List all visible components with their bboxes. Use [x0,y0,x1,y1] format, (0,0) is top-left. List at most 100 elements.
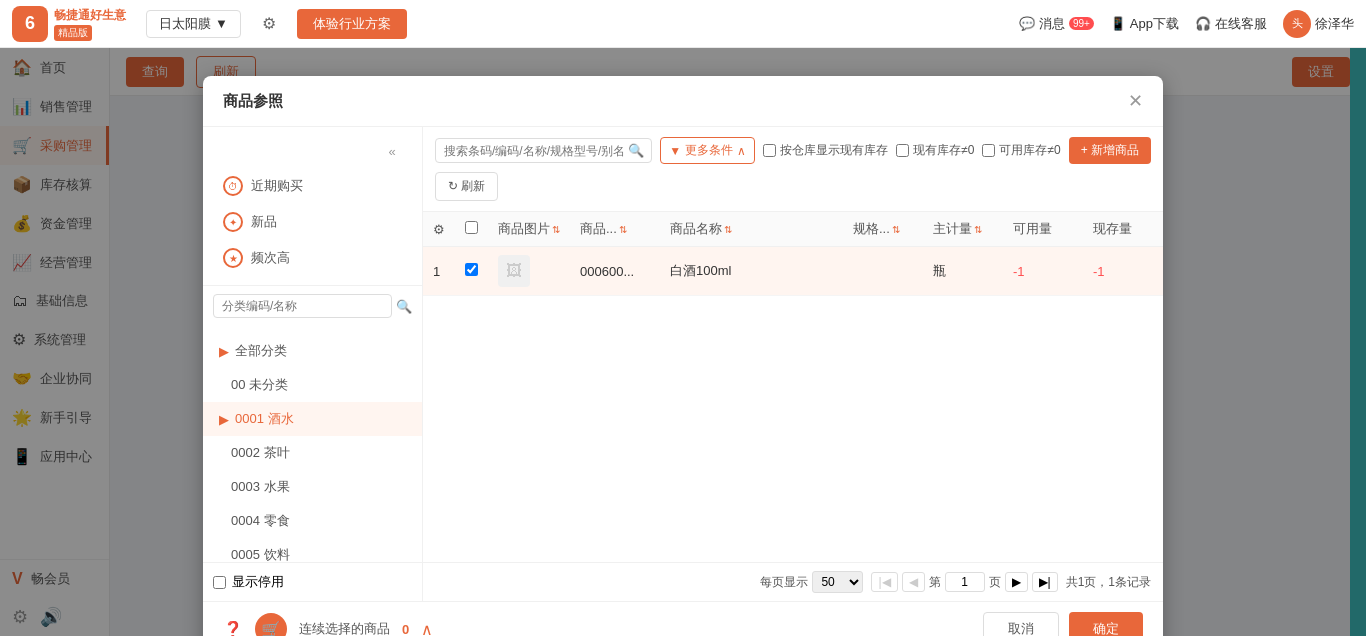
page-size-label: 每页显示 [760,574,808,591]
filter-label: 更多条件 [685,142,733,159]
cat-0001-arrow: ▶ [219,412,229,427]
cart-count: 0 [402,622,409,637]
th-stock: 现存量 [1083,212,1163,247]
headset-icon: 🎧 [1195,16,1211,31]
chevron-down-icon: ▼ [215,16,228,31]
cat-item-0003[interactable]: 0003 水果 [203,470,422,504]
footer-actions: 取消 确定 [983,612,1143,636]
experience-btn[interactable]: 体验行业方案 [297,9,407,39]
category-search-input[interactable] [213,294,392,318]
warehouse-label: 按仓库显示现有库存 [780,142,888,159]
username-label: 徐泽华 [1315,15,1354,33]
usable-ne0-checkbox[interactable] [982,144,995,157]
th-available: 可用量 [1003,212,1083,247]
app-download-label: App下载 [1130,15,1179,33]
avatar: 头 [1283,10,1311,38]
recent-icon: ⏱ [223,176,243,196]
page-size-select[interactable]: 50 100 200 [812,571,863,593]
app-download-btn[interactable]: 📱 App下载 [1110,15,1179,33]
online-service-label: 在线客服 [1215,15,1267,33]
usable-ne0-label: 可用库存≠0 [999,142,1060,159]
show-disabled-label[interactable]: 显示停用 [232,573,284,591]
first-page-btn[interactable]: |◀ [871,572,897,592]
stock-ne0-checkbox-label[interactable]: 现有库存≠0 [896,142,974,159]
th-settings[interactable]: ⚙ [423,212,455,247]
frequent-icon: ★ [223,248,243,268]
main-area: 查询 刷新 设置 商品参照 ✕ [110,48,1366,636]
table-row[interactable]: 1 🖼 000600... 白酒100ml [423,247,1163,296]
nav-selector[interactable]: 日太阳膜 ▼ [146,10,241,38]
product-search-box: 🔍 [435,138,652,163]
quick-item-frequent[interactable]: ★ 频次高 [213,241,412,275]
quick-item-new[interactable]: ✦ 新品 [213,205,412,239]
modal-close-button[interactable]: ✕ [1128,90,1143,112]
cat-item-0001[interactable]: ▶ 0001 酒水 [203,402,422,436]
page-size-selector: 每页显示 50 100 200 [760,571,863,593]
usable-ne0-checkbox-label[interactable]: 可用库存≠0 [982,142,1060,159]
help-icon[interactable]: ❓ [223,620,243,637]
cat-all-arrow: ▶ [219,344,229,359]
product-thumbnail: 🖼 [498,255,530,287]
online-service-btn[interactable]: 🎧 在线客服 [1195,15,1267,33]
row-code: 000600... [570,247,660,296]
th-name[interactable]: 商品名称⇅ [660,212,843,247]
cat-all-label: 全部分类 [235,342,287,360]
collapse-icon[interactable]: « [382,141,402,161]
product-table-container: ⚙ 商品图片⇅ 商品...⇅ [423,212,1163,562]
th-unit[interactable]: 主计量⇅ [923,212,1003,247]
quick-item-recent[interactable]: ⏱ 近期购买 [213,169,412,203]
cat-item-0004[interactable]: 0004 零食 [203,504,422,538]
pagination: 每页显示 50 100 200 |◀ ◀ 第 [423,562,1163,601]
next-page-btn[interactable]: ▶ [1005,572,1028,592]
product-modal: 商品参照 ✕ « ⏱ 近期购买 [203,76,1163,636]
show-disabled-checkbox[interactable] [213,576,226,589]
filter-more-btn[interactable]: ▼ 更多条件 ∧ [660,137,755,164]
th-code[interactable]: 商品...⇅ [570,212,660,247]
settings-icon[interactable]: ⚙ [253,8,285,40]
product-search-input[interactable] [444,144,624,158]
messages-btn[interactable]: 💬 消息 99+ [1019,15,1094,33]
quick-access-section: « ⏱ 近期购买 ✦ 新品 ★ [203,127,422,286]
cat-item-00[interactable]: 00 未分类 [203,368,422,402]
confirm-button[interactable]: 确定 [1069,612,1143,636]
warehouse-checkbox-label[interactable]: 按仓库显示现有库存 [763,142,888,159]
cart-icon[interactable]: 🛒 [255,613,287,636]
th-checkbox [455,212,488,247]
logo-icon: 6 [12,6,48,42]
new-icon: ✦ [223,212,243,232]
page-number-input[interactable] [945,572,985,592]
select-all-checkbox[interactable] [465,221,478,234]
cancel-button[interactable]: 取消 [983,612,1059,636]
last-page-btn[interactable]: ▶| [1032,572,1058,592]
user-menu[interactable]: 头 徐泽华 [1283,10,1354,38]
category-search-icon[interactable]: 🔍 [396,299,412,314]
total-info: 共1页，1条记录 [1066,574,1151,591]
row-select-checkbox[interactable] [465,263,478,276]
phone-icon: 📱 [1110,16,1126,31]
warehouse-checkbox[interactable] [763,144,776,157]
nav-right: 💬 消息 99+ 📱 App下载 🎧 在线客服 头 徐泽华 [1019,10,1354,38]
modal-body: « ⏱ 近期购买 ✦ 新品 ★ [203,127,1163,601]
row-name: 白酒100ml [660,247,843,296]
category-list: ▶ 全部分类 00 未分类 ▶ 0001 酒水 0002 茶 [203,326,422,562]
cat-0004-label: 0004 零食 [231,512,290,530]
modal-header: 商品参照 ✕ [203,76,1163,127]
refresh-product-btn[interactable]: ↻ 刷新 [435,172,498,201]
cat-item-all[interactable]: ▶ 全部分类 [203,334,422,368]
cat-item-0002[interactable]: 0002 茶叶 [203,436,422,470]
collapse-footer-icon[interactable]: ∧ [421,620,433,637]
cat-0001-label: 0001 酒水 [235,410,294,428]
th-spec[interactable]: 规格...⇅ [843,212,923,247]
add-product-btn[interactable]: + 新增商品 [1069,137,1151,164]
stock-ne0-label: 现有库存≠0 [913,142,974,159]
product-search-icon[interactable]: 🔍 [628,143,644,158]
left-panel: « ⏱ 近期购买 ✦ 新品 ★ [203,127,423,601]
th-image[interactable]: 商品图片⇅ [488,212,570,247]
stock-ne0-checkbox[interactable] [896,144,909,157]
row-stock: -1 [1083,247,1163,296]
cat-0005-label: 0005 饮料 [231,546,290,562]
prev-page-btn[interactable]: ◀ [902,572,925,592]
cat-item-0005[interactable]: 0005 饮料 [203,538,422,562]
right-panel: 🔍 ▼ 更多条件 ∧ 按仓库显示现有库存 [423,127,1163,601]
quick-label-frequent: 频次高 [251,249,290,267]
